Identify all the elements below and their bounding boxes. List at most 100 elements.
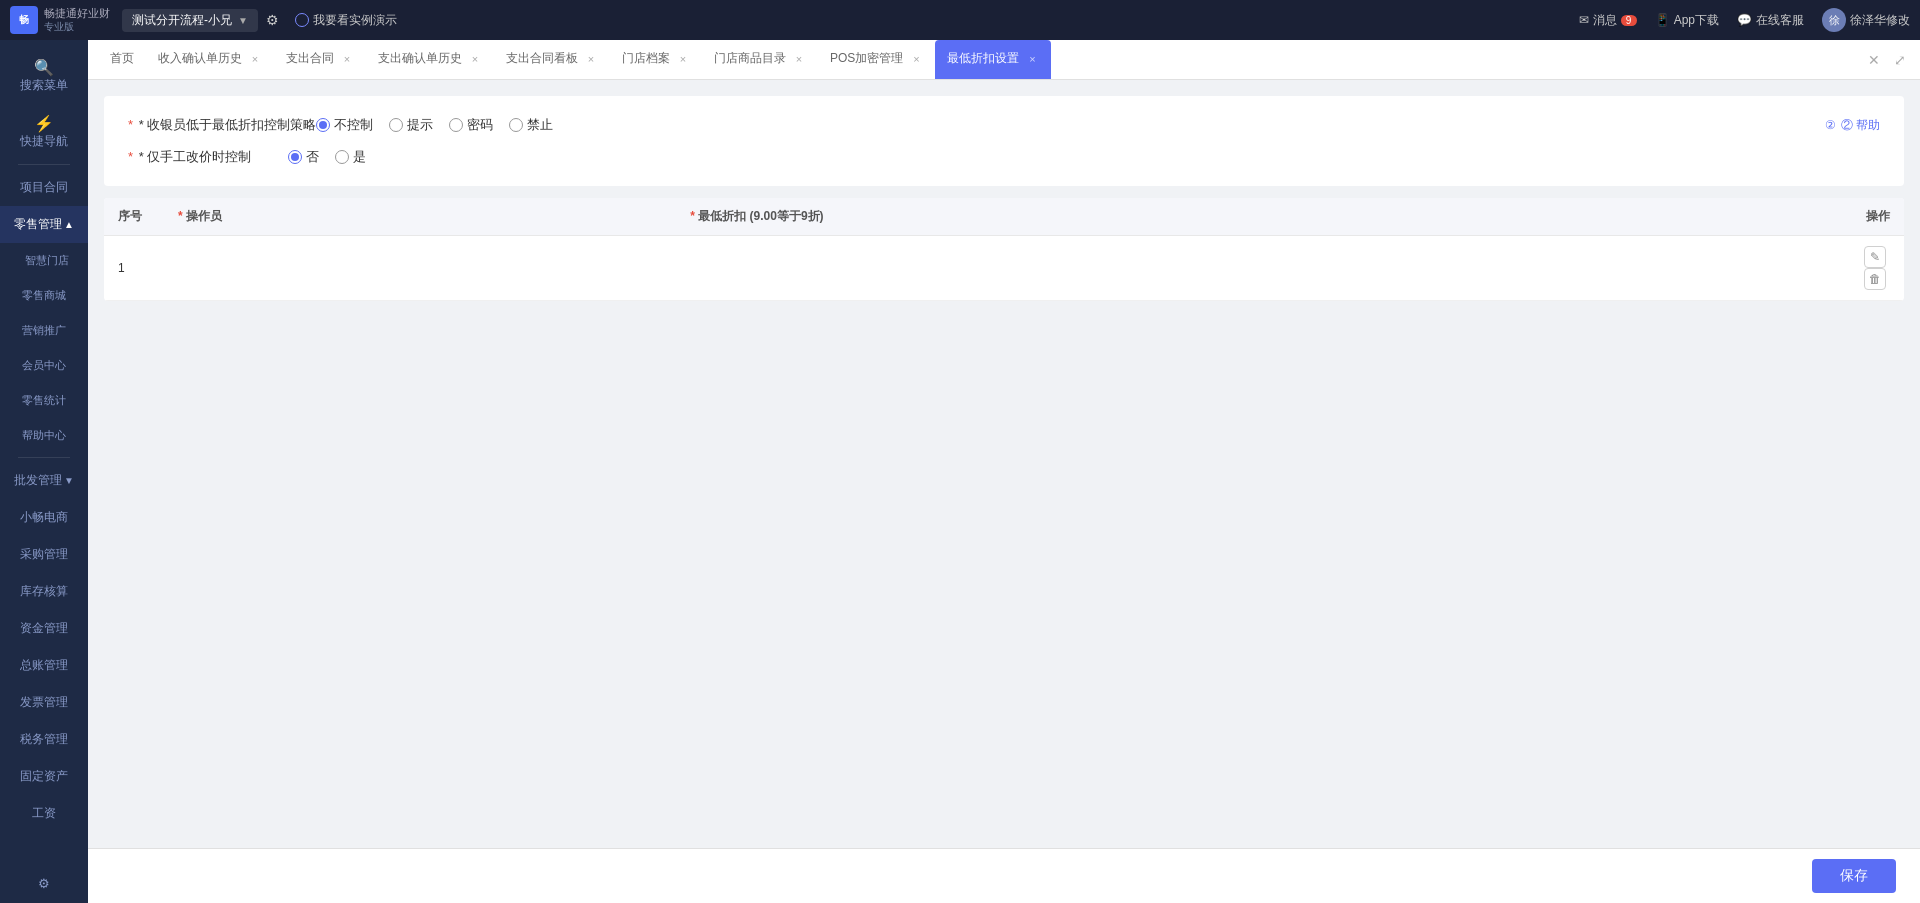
sidebar-divider-2 xyxy=(18,457,71,458)
sidebar-settings-button[interactable]: ⚙ xyxy=(26,864,62,903)
sidebar-item-tax[interactable]: 税务管理 xyxy=(0,721,88,758)
sidebar-item-ledger[interactable]: 总账管理 xyxy=(0,647,88,684)
radio-manual-no-icon xyxy=(288,150,302,164)
sidebar-item-fixed-asset[interactable]: 固定资产 xyxy=(0,758,88,795)
sidebar-item-invoice[interactable]: 发票管理 xyxy=(0,684,88,721)
sidebar-item-ecommerce[interactable]: 小畅电商 xyxy=(0,499,88,536)
tab-home[interactable]: 首页 xyxy=(98,40,146,80)
help-link[interactable]: ② ② 帮助 xyxy=(1825,117,1880,134)
sidebar-item-member[interactable]: 会员中心 xyxy=(0,348,88,383)
sidebar-item-salary[interactable]: 工资 xyxy=(0,795,88,832)
tab-store-file[interactable]: 门店档案 × xyxy=(610,40,702,80)
sidebar-item-shortcut[interactable]: ⚡ 快捷导航 xyxy=(0,104,88,160)
app-download-button[interactable]: 📱 App下载 xyxy=(1655,12,1719,29)
message-button[interactable]: ✉ 消息 9 xyxy=(1579,12,1637,29)
main-layout: 🔍 搜索菜单 ⚡ 快捷导航 项目合同 零售管理 ▲ 智慧门店 零售商城 营销推广… xyxy=(0,40,1920,903)
content-area: 首页 收入确认单历史 × 支出合同 × 支出确认单历史 × 支出合同看板 × 门… xyxy=(88,40,1920,903)
tab-close-store-product[interactable]: × xyxy=(792,52,806,66)
sidebar-item-purchase[interactable]: 采购管理 xyxy=(0,536,88,573)
radio-no-control[interactable]: 不控制 xyxy=(316,116,373,134)
message-icon: ✉ xyxy=(1579,13,1589,27)
sidebar-item-help[interactable]: 帮助中心 xyxy=(0,418,88,453)
manual-price-label: * * 仅手工改价时控制 xyxy=(128,148,288,166)
tab-min-discount[interactable]: 最低折扣设置 × xyxy=(935,40,1051,80)
tab-close-min-discount[interactable]: × xyxy=(1025,52,1039,66)
col-seq: 序号 xyxy=(104,198,164,236)
discount-table: 序号 * 操作员 * 最低折扣 (9.00等于9折) 操作 xyxy=(104,198,1904,301)
radio-manual-yes[interactable]: 是 xyxy=(335,148,366,166)
radio-password[interactable]: 密码 xyxy=(449,116,493,134)
topbar-right: ✉ 消息 9 📱 App下载 💬 在线客服 徐 徐泽华修改 xyxy=(1579,8,1910,32)
save-button[interactable]: 保存 xyxy=(1812,859,1896,893)
tab-pos-password[interactable]: POS加密管理 × xyxy=(818,40,935,80)
radio-prompt[interactable]: 提示 xyxy=(389,116,433,134)
manual-price-options: 否 是 xyxy=(288,148,366,166)
sidebar-item-search[interactable]: 🔍 搜索菜单 xyxy=(0,48,88,104)
tab-close-all-icon[interactable]: ✕ xyxy=(1864,50,1884,70)
user-avatar: 徐 xyxy=(1822,8,1846,32)
radio-manual-yes-icon xyxy=(335,150,349,164)
sidebar-item-retail-stat[interactable]: 零售统计 xyxy=(0,383,88,418)
topbar: 畅 畅捷通好业财 专业版 测试分开流程-小兄 ▼ ⚙ 我要看实例演示 ✉ 消息 … xyxy=(0,0,1920,40)
manual-price-row: * * 仅手工改价时控制 否 是 xyxy=(128,148,1880,166)
cell-operator[interactable] xyxy=(164,236,676,301)
tab-close-pos-password[interactable]: × xyxy=(909,52,923,66)
tab-store-product[interactable]: 门店商品目录 × xyxy=(702,40,818,80)
cell-action: ✎ 🗑 xyxy=(1824,236,1904,301)
logo-icon: 畅 xyxy=(10,6,38,34)
shortcut-icon: ⚡ xyxy=(4,114,84,133)
tab-pay-board[interactable]: 支出合同看板 × xyxy=(494,40,610,80)
demo-button[interactable]: 我要看实例演示 xyxy=(295,12,397,29)
sidebar-divider-1 xyxy=(18,164,71,165)
discount-table-card: 序号 * 操作员 * 最低折扣 (9.00等于9折) 操作 xyxy=(104,198,1904,301)
tab-income-confirm[interactable]: 收入确认单历史 × xyxy=(146,40,274,80)
gear-icon: ⚙ xyxy=(38,876,50,891)
retail-arrow-icon: ▲ xyxy=(64,219,74,230)
tab-close-pay-board[interactable]: × xyxy=(584,52,598,66)
row-edit-button[interactable]: ✎ xyxy=(1864,246,1886,268)
sidebar-item-smart-store[interactable]: 智慧门店 xyxy=(0,243,88,278)
tab-pay-confirm[interactable]: 支出确认单历史 × xyxy=(366,40,494,80)
settings-form-card: * * 收银员低于最低折扣控制策略 不控制 提示 xyxy=(104,96,1904,186)
sidebar: 🔍 搜索菜单 ⚡ 快捷导航 项目合同 零售管理 ▲ 智慧门店 零售商城 营销推广… xyxy=(0,40,88,903)
sidebar-item-inventory[interactable]: 库存核算 xyxy=(0,573,88,610)
sidebar-item-project[interactable]: 项目合同 xyxy=(0,169,88,206)
sidebar-item-marketing[interactable]: 营销推广 xyxy=(0,313,88,348)
tab-close-pay-confirm[interactable]: × xyxy=(468,52,482,66)
radio-forbid[interactable]: 禁止 xyxy=(509,116,553,134)
tab-close-income-confirm[interactable]: × xyxy=(248,52,262,66)
online-service-button[interactable]: 💬 在线客服 xyxy=(1737,12,1804,29)
help-icon: ② xyxy=(1825,118,1836,132)
sidebar-item-retail[interactable]: 零售管理 ▲ xyxy=(0,206,88,243)
col-operator: * 操作员 xyxy=(164,198,676,236)
tab-close-store-file[interactable]: × xyxy=(676,52,690,66)
radio-prompt-icon xyxy=(389,118,403,132)
settings-icon[interactable]: ⚙ xyxy=(266,12,279,28)
sidebar-item-retail-mall[interactable]: 零售商城 xyxy=(0,278,88,313)
page-footer: 保存 xyxy=(88,848,1920,903)
tab-expand-icon[interactable]: ⤢ xyxy=(1890,50,1910,70)
sidebar-item-wholesale[interactable]: 批发管理 ▼ xyxy=(0,462,88,499)
sidebar-item-capital[interactable]: 资金管理 xyxy=(0,610,88,647)
service-icon: 💬 xyxy=(1737,13,1752,27)
page-content: * * 收银员低于最低折扣控制策略 不控制 提示 xyxy=(88,80,1920,848)
cell-seq: 1 xyxy=(104,236,164,301)
radio-no-control-icon xyxy=(316,118,330,132)
table-row: 1 ✎ 🗑 xyxy=(104,236,1904,301)
download-icon: 📱 xyxy=(1655,13,1670,27)
discount-policy-options: 不控制 提示 密码 禁止 xyxy=(316,116,553,134)
search-icon: 🔍 xyxy=(4,58,84,77)
cell-min-discount[interactable] xyxy=(676,236,1824,301)
col-min-discount: * 最低折扣 (9.00等于9折) xyxy=(676,198,1824,236)
project-selector[interactable]: 测试分开流程-小兄 ▼ xyxy=(122,9,258,32)
tabbar-actions: ✕ ⤢ xyxy=(1864,50,1910,70)
tab-pay-contract[interactable]: 支出合同 × xyxy=(274,40,366,80)
table-header-row: 序号 * 操作员 * 最低折扣 (9.00等于9折) 操作 xyxy=(104,198,1904,236)
wholesale-arrow-icon: ▼ xyxy=(64,475,74,486)
row-delete-button[interactable]: 🗑 xyxy=(1864,268,1886,290)
user-menu[interactable]: 徐 徐泽华修改 xyxy=(1822,8,1910,32)
radio-manual-no[interactable]: 否 xyxy=(288,148,319,166)
tab-close-pay-contract[interactable]: × xyxy=(340,52,354,66)
discount-policy-label: * * 收银员低于最低折扣控制策略 xyxy=(128,116,316,134)
discount-policy-row: * * 收银员低于最低折扣控制策略 不控制 提示 xyxy=(128,116,1880,134)
